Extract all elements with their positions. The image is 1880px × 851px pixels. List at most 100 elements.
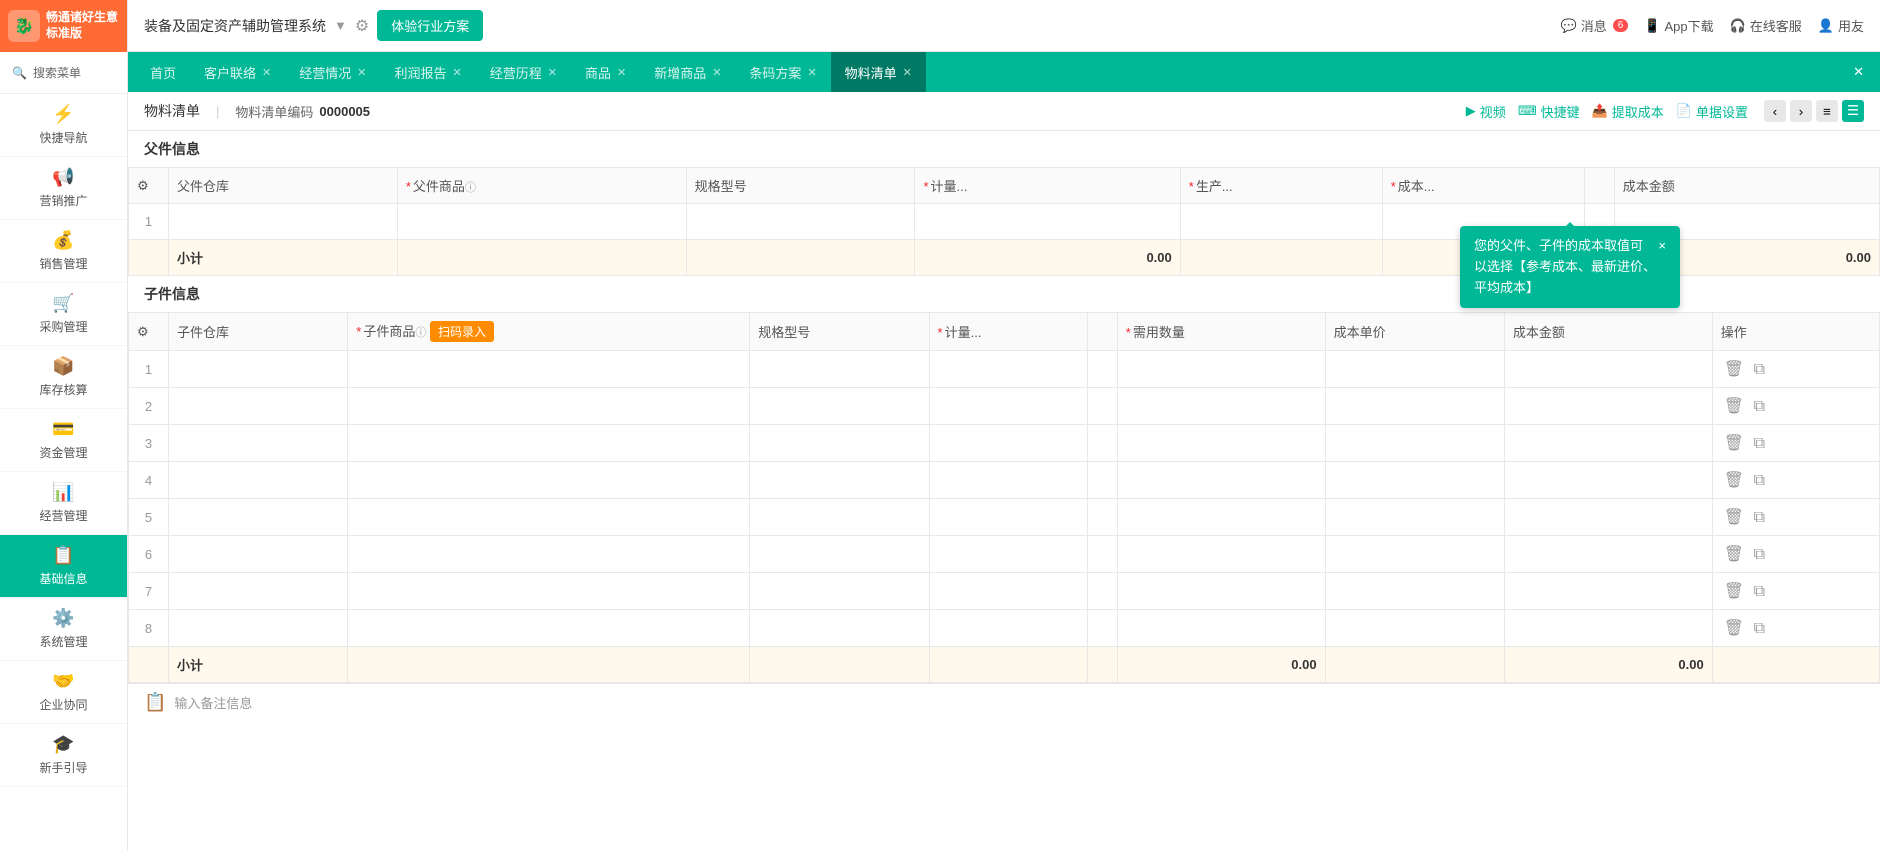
tab-new-product-close[interactable]: ✕ bbox=[712, 66, 721, 79]
grid-view-button[interactable]: ≡ bbox=[1816, 100, 1838, 122]
search-menu-button[interactable]: 🔍 搜索菜单 bbox=[8, 60, 119, 85]
parent-row-1-produce[interactable] bbox=[1180, 204, 1382, 240]
child-row-6-warehouse[interactable] bbox=[169, 536, 348, 573]
sidebar-item-management[interactable]: 📊 经营管理 bbox=[0, 472, 127, 535]
child-row-8-qty[interactable] bbox=[1117, 610, 1325, 647]
child-row-1-product[interactable] bbox=[348, 351, 750, 388]
child-row-8-warehouse[interactable] bbox=[169, 610, 348, 647]
list-view-button[interactable]: ☰ bbox=[1842, 100, 1864, 122]
tab-customer-close[interactable]: ✕ bbox=[262, 66, 271, 79]
child-row-3-delete-icon[interactable]: 🗑 bbox=[1721, 435, 1747, 452]
child-row-5-qty[interactable] bbox=[1117, 499, 1325, 536]
child-row-3-unit-price[interactable] bbox=[1325, 425, 1504, 462]
shortcut-action[interactable]: ⌨ 快捷键 bbox=[1518, 102, 1580, 121]
child-row-7-qty[interactable] bbox=[1117, 573, 1325, 610]
next-button[interactable]: › bbox=[1790, 100, 1812, 122]
page-tab1[interactable]: 物料清单 bbox=[144, 101, 200, 121]
child-row-8-product[interactable] bbox=[348, 610, 750, 647]
parent-row-1-unit[interactable] bbox=[915, 204, 1180, 240]
child-row-2-qty[interactable] bbox=[1117, 388, 1325, 425]
child-row-2-warehouse[interactable] bbox=[169, 388, 348, 425]
child-row-7-delete-icon[interactable]: 🗑 bbox=[1721, 583, 1747, 600]
child-row-3-product[interactable] bbox=[348, 425, 750, 462]
sidebar-item-sales[interactable]: 💰 销售管理 bbox=[0, 220, 127, 283]
tab-bom[interactable]: 物料清单 ✕ bbox=[831, 52, 926, 92]
child-row-5-unit-price[interactable] bbox=[1325, 499, 1504, 536]
sidebar-item-inventory[interactable]: 📦 库存核算 bbox=[0, 346, 127, 409]
app-download-button[interactable]: 📱 App下载 bbox=[1644, 16, 1713, 35]
settings-icon[interactable]: ⚙ bbox=[355, 16, 369, 36]
child-row-5-delete-icon[interactable]: 🗑 bbox=[1721, 509, 1747, 526]
child-row-6-spec[interactable] bbox=[750, 536, 929, 573]
child-row-5-product[interactable] bbox=[348, 499, 750, 536]
child-row-1-delete-icon[interactable]: 🗑 bbox=[1721, 361, 1747, 378]
child-row-2-copy-icon[interactable]: ⧉ bbox=[1751, 398, 1768, 415]
child-row-3-warehouse[interactable] bbox=[169, 425, 348, 462]
scan-button[interactable]: 扫码录入 bbox=[430, 321, 494, 342]
child-row-6-unit-price[interactable] bbox=[1325, 536, 1504, 573]
child-row-7-spec[interactable] bbox=[750, 573, 929, 610]
sidebar-item-marketing[interactable]: 📢 营销推广 bbox=[0, 157, 127, 220]
child-row-4-delete-icon[interactable]: 🗑 bbox=[1721, 472, 1747, 489]
note-hint[interactable]: 输入备注信息 bbox=[174, 693, 252, 712]
sidebar-item-system[interactable]: ⚙️ 系统管理 bbox=[0, 598, 127, 661]
sidebar-item-finance[interactable]: 💳 资金管理 bbox=[0, 409, 127, 472]
child-row-1-qty[interactable] bbox=[1117, 351, 1325, 388]
child-row-1-copy-icon[interactable]: ⧉ bbox=[1751, 361, 1768, 378]
dropdown-arrow-icon[interactable]: ▼ bbox=[334, 18, 347, 33]
child-row-4-warehouse[interactable] bbox=[169, 462, 348, 499]
child-row-4-spec[interactable] bbox=[750, 462, 929, 499]
child-row-2-product[interactable] bbox=[348, 388, 750, 425]
prev-button[interactable]: ‹ bbox=[1764, 100, 1786, 122]
child-row-1-warehouse[interactable] bbox=[169, 351, 348, 388]
child-row-1-unit[interactable] bbox=[929, 351, 1087, 388]
tab-history-close[interactable]: ✕ bbox=[548, 66, 557, 79]
tooltip-close-button[interactable]: × bbox=[1658, 236, 1666, 257]
child-row-8-unit[interactable] bbox=[929, 610, 1087, 647]
tab-new-product[interactable]: 新增商品 ✕ bbox=[640, 52, 735, 92]
child-row-3-copy-icon[interactable]: ⧉ bbox=[1751, 435, 1768, 452]
tab-operation[interactable]: 经营情况 ✕ bbox=[285, 52, 380, 92]
child-row-8-delete-icon[interactable]: 🗑 bbox=[1721, 620, 1747, 637]
child-row-3-spec[interactable] bbox=[750, 425, 929, 462]
close-all-tabs[interactable]: ✕ bbox=[1845, 64, 1872, 80]
sidebar-item-guide[interactable]: 🎓 新手引导 bbox=[0, 724, 127, 787]
child-row-5-copy-icon[interactable]: ⧉ bbox=[1751, 509, 1768, 526]
parent-col-settings[interactable]: ⚙ bbox=[129, 168, 169, 204]
child-row-3-qty[interactable] bbox=[1117, 425, 1325, 462]
child-row-5-spec[interactable] bbox=[750, 499, 929, 536]
tab-profit-close[interactable]: ✕ bbox=[453, 66, 462, 79]
child-row-6-product[interactable] bbox=[348, 536, 750, 573]
tab-customer[interactable]: 客户联络 ✕ bbox=[190, 52, 285, 92]
message-button[interactable]: 💬 消息 6 bbox=[1561, 16, 1629, 35]
parent-row-1-spec[interactable] bbox=[686, 204, 915, 240]
parent-row-1-warehouse[interactable] bbox=[169, 204, 398, 240]
child-row-7-product[interactable] bbox=[348, 573, 750, 610]
sidebar-item-cooperation[interactable]: 🤝 企业协同 bbox=[0, 661, 127, 724]
tab-product[interactable]: 商品 ✕ bbox=[571, 52, 640, 92]
child-row-5-unit[interactable] bbox=[929, 499, 1087, 536]
tab-operation-close[interactable]: ✕ bbox=[357, 66, 366, 79]
extract-cost-action[interactable]: 📤 提取成本 bbox=[1592, 102, 1664, 121]
child-row-2-delete-icon[interactable]: 🗑 bbox=[1721, 398, 1747, 415]
child-row-7-unit-price[interactable] bbox=[1325, 573, 1504, 610]
tab-home[interactable]: 首页 bbox=[136, 52, 190, 92]
child-row-8-spec[interactable] bbox=[750, 610, 929, 647]
child-row-2-unit-price[interactable] bbox=[1325, 388, 1504, 425]
tab-barcode[interactable]: 条码方案 ✕ bbox=[735, 52, 830, 92]
child-row-1-unit-price[interactable] bbox=[1325, 351, 1504, 388]
child-col-settings[interactable]: ⚙ bbox=[129, 313, 169, 351]
child-row-4-qty[interactable] bbox=[1117, 462, 1325, 499]
child-row-3-unit[interactable] bbox=[929, 425, 1087, 462]
child-row-7-warehouse[interactable] bbox=[169, 573, 348, 610]
child-row-2-unit[interactable] bbox=[929, 388, 1087, 425]
sidebar-item-basicinfo[interactable]: 📋 基础信息 bbox=[0, 535, 127, 598]
single-settings-action[interactable]: 📄 单据设置 bbox=[1676, 102, 1748, 121]
child-row-6-copy-icon[interactable]: ⧉ bbox=[1751, 546, 1768, 563]
sidebar-item-purchase[interactable]: 🛒 采购管理 bbox=[0, 283, 127, 346]
tab-barcode-close[interactable]: ✕ bbox=[807, 66, 816, 79]
sidebar-item-shortcut[interactable]: ⚡ 快捷导航 bbox=[0, 94, 127, 157]
tab-product-close[interactable]: ✕ bbox=[617, 66, 626, 79]
trial-button[interactable]: 体验行业方案 bbox=[377, 10, 483, 41]
child-row-6-qty[interactable] bbox=[1117, 536, 1325, 573]
